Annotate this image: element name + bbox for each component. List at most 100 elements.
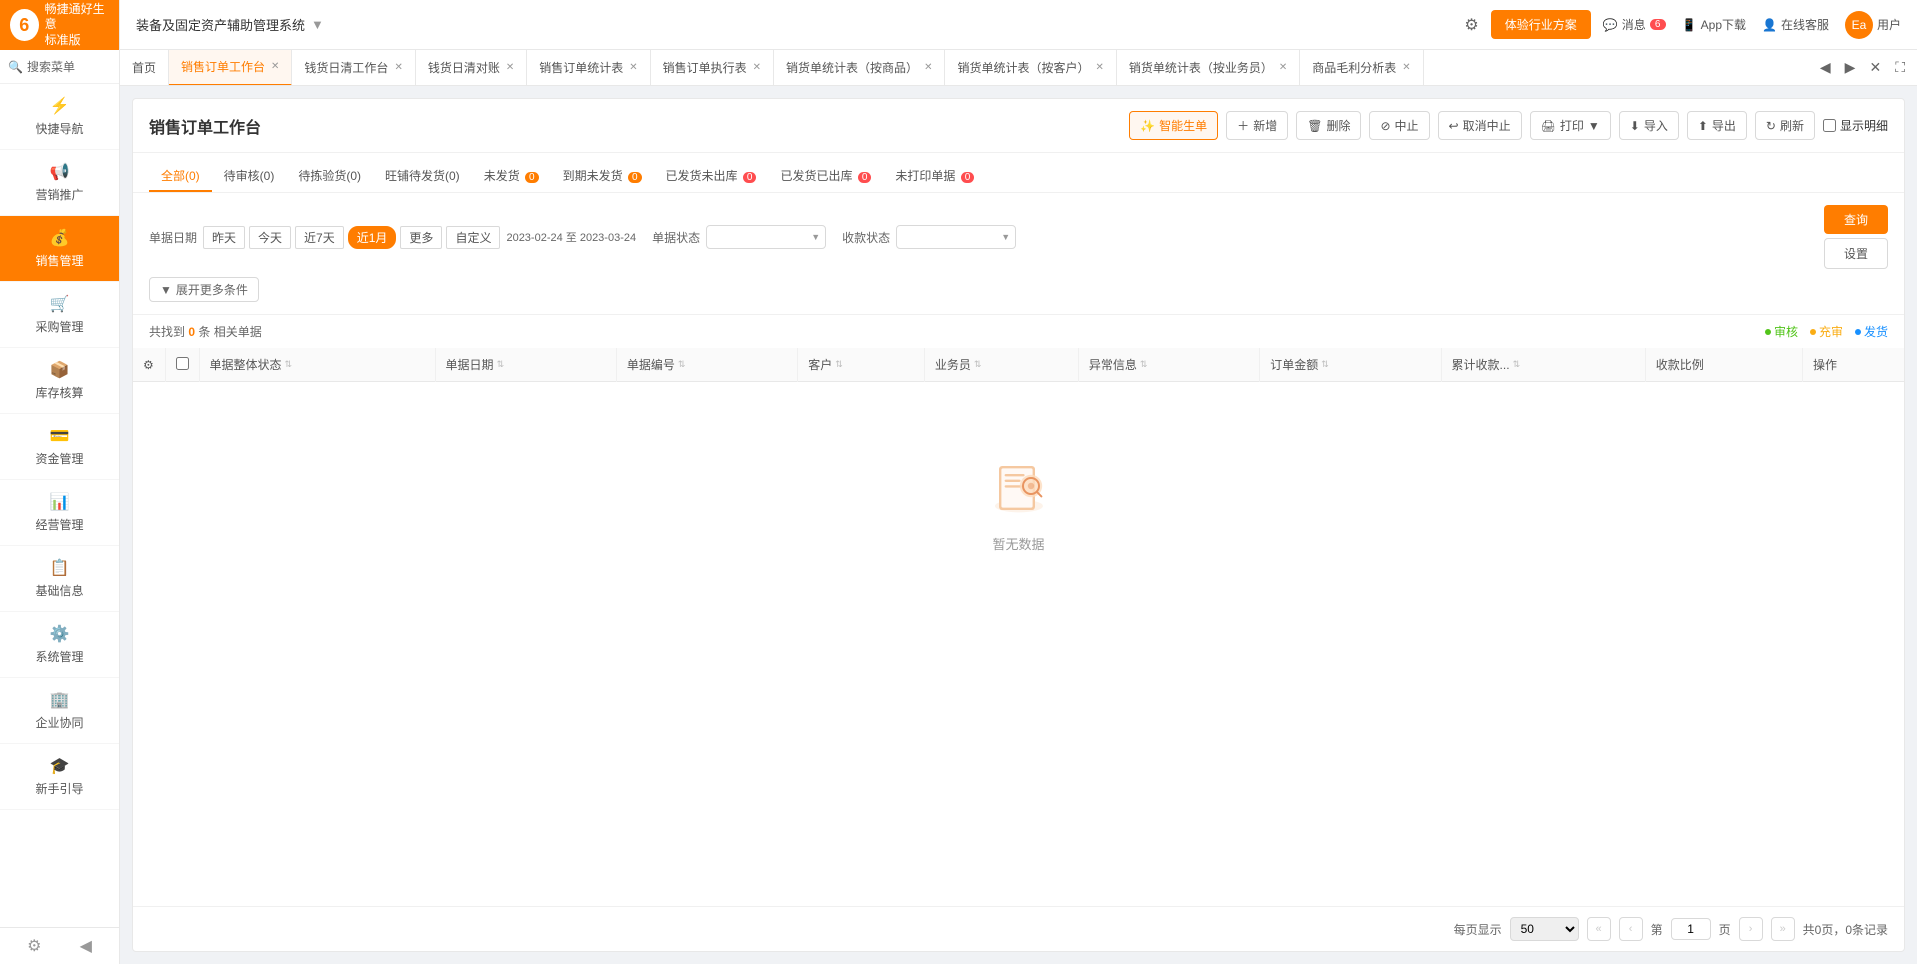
sub-tab-pending-review[interactable]: 待审核(0)	[212, 161, 287, 192]
sub-tab-pending-check[interactable]: 待拣验货(0)	[286, 161, 373, 192]
sidebar-search[interactable]: 🔍 搜索菜单	[0, 50, 119, 84]
topbar-online-service[interactable]: 👤 在线客服	[1762, 16, 1829, 33]
print-btn[interactable]: 🖨 打印 ▼	[1530, 111, 1611, 140]
page-size-select[interactable]: 10 20 50 100	[1510, 917, 1579, 941]
topbar-messages[interactable]: 💬 消息 6	[1603, 16, 1666, 33]
add-btn[interactable]: ＋ 新增	[1226, 111, 1288, 140]
table-scroll[interactable]: ⚙ 单据整体状态 ⇅	[133, 348, 1904, 906]
tab-summary-product-close[interactable]: ✕	[924, 62, 932, 73]
date-btn-1month[interactable]: 近1月	[348, 226, 397, 249]
tab-summary-staff-close[interactable]: ✕	[1279, 62, 1287, 73]
set-btn[interactable]: 设置	[1824, 238, 1888, 269]
pagination-first-btn[interactable]: «	[1587, 917, 1611, 941]
topbar-gear-icon[interactable]: ⚙	[1464, 15, 1478, 35]
tab-product-margin[interactable]: 商品毛利分析表 ✕	[1300, 50, 1423, 86]
tab-cash-reconcile-close[interactable]: ✕	[506, 62, 514, 73]
show-detail-label[interactable]: 显示明细	[1823, 117, 1888, 134]
tab-sales-stat-close[interactable]: ✕	[629, 62, 637, 73]
sub-tab-not-shipped[interactable]: 未发货 0	[472, 161, 551, 192]
payment-status-select[interactable]	[896, 225, 1016, 249]
pagination-prev-btn[interactable]: ‹	[1619, 917, 1643, 941]
audit-action[interactable]: 审核	[1765, 323, 1798, 340]
staff-sort-icon[interactable]: ⇅	[974, 360, 982, 369]
tab-home[interactable]: 首页	[120, 50, 169, 86]
status-sort-icon[interactable]: ⇅	[285, 360, 293, 369]
import-btn[interactable]: ⬇ 导入	[1619, 111, 1679, 140]
pagination-last-btn[interactable]: »	[1771, 917, 1795, 941]
date-btn-more[interactable]: 更多	[400, 226, 442, 249]
sub-tab-all[interactable]: 全部(0)	[149, 161, 212, 192]
sub-tab-not-printed[interactable]: 未打印单据 0	[883, 161, 986, 192]
column-settings-icon[interactable]: ⚙	[143, 358, 154, 372]
tab-sales-summary-staff[interactable]: 销货单统计表（按业务员） ✕	[1117, 50, 1300, 86]
doc-status-select[interactable]	[706, 225, 826, 249]
ship-action[interactable]: 发货	[1855, 323, 1888, 340]
sub-tab-expired[interactable]: 到期未发货 0	[551, 161, 654, 192]
sidebar-item-quick-nav[interactable]: ⚡ 快捷导航	[0, 84, 119, 150]
tab-sales-exec[interactable]: 销售订单执行表 ✕	[651, 50, 774, 86]
tabbar-close-all[interactable]: ✕	[1865, 57, 1885, 78]
date-sort-icon[interactable]: ⇅	[497, 360, 505, 369]
sidebar-item-enterprise[interactable]: 🏢 企业协同	[0, 678, 119, 744]
collected-sort-icon[interactable]: ⇅	[1513, 360, 1521, 369]
collapse-footer-btn[interactable]: ◀	[80, 936, 92, 956]
pagination-next-btn[interactable]: ›	[1739, 917, 1763, 941]
sidebar-item-operations[interactable]: 📊 经营管理	[0, 480, 119, 546]
date-btn-custom[interactable]: 自定义	[446, 226, 500, 249]
sub-tab-shipped-not-wh[interactable]: 已发货未出库 0	[654, 161, 769, 192]
sub-tab-wangpu-ship[interactable]: 旺铺待发货(0)	[373, 161, 472, 192]
tab-sales-exec-close[interactable]: ✕	[753, 62, 761, 73]
settings-footer-btn[interactable]: ⚙	[27, 936, 41, 956]
date-btn-yesterday[interactable]: 昨天	[203, 226, 245, 249]
query-btn[interactable]: 查询	[1824, 205, 1888, 234]
sidebar-item-finance[interactable]: 💳 资金管理	[0, 414, 119, 480]
number-sort-icon[interactable]: ⇅	[678, 360, 686, 369]
tab-sales-stat[interactable]: 销售订单统计表 ✕	[527, 50, 650, 86]
th-abnormal-sort: 异常信息 ⇅	[1089, 356, 1249, 373]
filter-payment-status: 收款状态	[842, 225, 1016, 249]
topbar-industry-btn[interactable]: 体验行业方案	[1491, 10, 1591, 39]
sub-tab-shipped-wh[interactable]: 已发货已出库 0	[768, 161, 883, 192]
tabbar-fullscreen[interactable]: ⛶	[1891, 57, 1909, 78]
revoke-action[interactable]: 充审	[1810, 323, 1843, 340]
abnormal-sort-icon[interactable]: ⇅	[1140, 360, 1148, 369]
date-btn-today[interactable]: 今天	[249, 226, 291, 249]
sidebar-item-sales[interactable]: 💰 销售管理	[0, 216, 119, 282]
export-btn[interactable]: ⬆ 导出	[1687, 111, 1747, 140]
filter-row-1: 单据日期 昨天 今天 近7天 近1月 更多 自定义 2023-02-24 至 2…	[149, 205, 1888, 269]
tab-cash-daily[interactable]: 钱货日清工作台 ✕	[292, 50, 415, 86]
show-detail-checkbox[interactable]	[1823, 119, 1836, 132]
cancel-stop-btn[interactable]: ↩ 取消中止	[1438, 111, 1522, 140]
customer-sort-icon[interactable]: ⇅	[835, 360, 843, 369]
tabbar-nav-prev[interactable]: ◀	[1816, 57, 1835, 78]
sidebar-item-purchase[interactable]: 🛒 采购管理	[0, 282, 119, 348]
tabbar-nav-next[interactable]: ▶	[1841, 57, 1860, 78]
page-input[interactable]	[1671, 918, 1711, 940]
date-btn-7days[interactable]: 近7天	[295, 226, 344, 249]
delete-btn[interactable]: 🗑 删除	[1296, 111, 1361, 140]
tab-sales-order-close[interactable]: ✕	[271, 61, 279, 72]
tab-sales-summary-product[interactable]: 销货单统计表（按商品） ✕	[774, 50, 945, 86]
stop-btn[interactable]: ⊘ 中止	[1369, 111, 1429, 140]
th-number-sort: 单据编号 ⇅	[627, 356, 787, 373]
smart-create-btn[interactable]: ✨ 智能生单	[1129, 111, 1218, 140]
select-all-checkbox[interactable]	[176, 357, 189, 370]
topbar-user[interactable]: Ea 用户	[1845, 11, 1901, 39]
sidebar-item-guide[interactable]: 🎓 新手引导	[0, 744, 119, 810]
amount-sort-icon[interactable]: ⇅	[1321, 360, 1329, 369]
expand-conditions-btn[interactable]: ▼ 展开更多条件	[149, 277, 259, 302]
marketing-label: 营销推广	[35, 186, 83, 203]
tab-sales-order[interactable]: 销售订单工作台 ✕	[169, 50, 292, 86]
tab-cash-daily-close[interactable]: ✕	[394, 62, 402, 73]
sidebar-item-marketing[interactable]: 📢 营销推广	[0, 150, 119, 216]
tab-product-margin-close[interactable]: ✕	[1402, 62, 1410, 73]
purchase-label: 采购管理	[35, 318, 83, 335]
topbar-app-download[interactable]: 📱 App下载	[1682, 16, 1746, 33]
sidebar-item-inventory[interactable]: 📦 库存核算	[0, 348, 119, 414]
tab-sales-summary-customer[interactable]: 销货单统计表（按客户） ✕	[945, 50, 1116, 86]
tab-summary-customer-close[interactable]: ✕	[1095, 62, 1103, 73]
sidebar-item-basic-info[interactable]: 📋 基础信息	[0, 546, 119, 612]
sidebar-item-system[interactable]: ⚙️ 系统管理	[0, 612, 119, 678]
tab-cash-reconcile[interactable]: 钱货日清对账 ✕	[416, 50, 527, 86]
refresh-btn[interactable]: ↻ 刷新	[1755, 111, 1815, 140]
